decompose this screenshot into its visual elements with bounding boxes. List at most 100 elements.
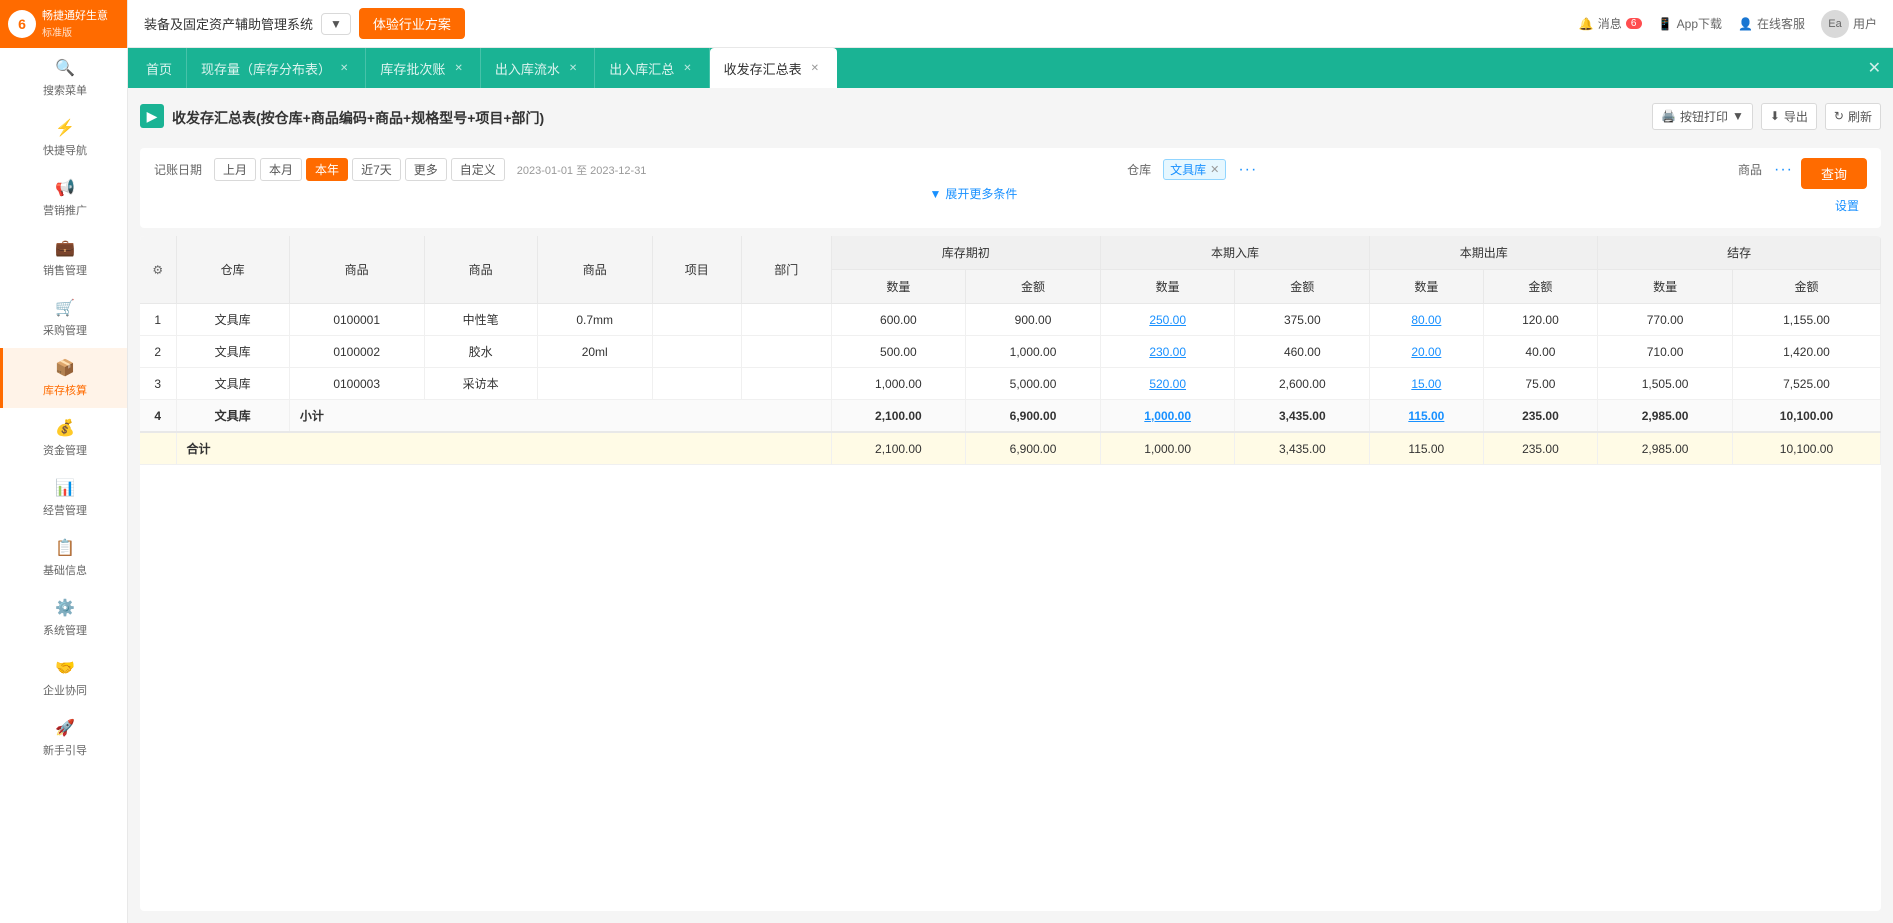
date-btn-本月[interactable]: 本月 [260, 158, 302, 181]
row-open-qty: 600.00 [831, 304, 966, 336]
sidebar-icon-8: 📋 [55, 538, 75, 558]
row-out-qty[interactable]: 20.00 [1370, 336, 1483, 368]
row-close-amt: 1,420.00 [1732, 336, 1880, 368]
sidebar-item-4[interactable]: 🛒 采购管理 [0, 288, 127, 348]
sidebar-item-1[interactable]: ⚡ 快捷导航 [0, 108, 127, 168]
tab-close-5[interactable]: ✕ [808, 62, 822, 75]
tab-2[interactable]: 库存批次账✕ [366, 48, 480, 88]
user-avatar: Ea [1821, 10, 1849, 38]
tab-label-3: 出入库流水 [495, 59, 560, 78]
sidebar-item-10[interactable]: 🤝 企业协同 [0, 648, 127, 708]
sub-close-qty: 2,985.00 [1598, 400, 1733, 433]
tab-label-5: 收发存汇总表 [724, 59, 802, 78]
online-service-item[interactable]: 👤 在线客服 [1738, 15, 1805, 32]
row-in-qty[interactable]: 250.00 [1100, 304, 1235, 336]
export-icon: ⬇ [1770, 109, 1780, 123]
warehouse-filter-dots[interactable]: ··· [1238, 161, 1257, 179]
sidebar-item-7[interactable]: 📊 经营管理 [0, 468, 127, 528]
tab-close-2[interactable]: ✕ [451, 62, 465, 75]
experience-btn[interactable]: 体验行业方案 [359, 8, 465, 39]
tab-close-4[interactable]: ✕ [680, 62, 694, 75]
date-btn-自定义[interactable]: 自定义 [451, 158, 505, 181]
sidebar-logo: 6 畅捷通好生意 标准版 [0, 0, 127, 48]
row-in-qty[interactable]: 520.00 [1100, 368, 1235, 400]
system-title: 装备及固定资产辅助管理系统 [144, 14, 313, 33]
row-no: 3 [140, 368, 176, 400]
warehouse-tag-close[interactable]: ✕ [1210, 163, 1219, 176]
bell-icon: 🔔 [1579, 17, 1594, 31]
subtotal-row: 4 文具库 小计 2,100.00 6,900.00 1,000.00 3,43… [140, 400, 1881, 433]
system-dropdown[interactable]: ▼ [321, 13, 351, 35]
query-btn[interactable]: 查询 [1801, 158, 1867, 189]
row-close-qty: 1,505.00 [1598, 368, 1733, 400]
sub-close-amt: 10,100.00 [1732, 400, 1880, 433]
messages-label: 消息 [1598, 15, 1622, 32]
row-out-amt: 120.00 [1483, 304, 1598, 336]
export-btn[interactable]: ⬇ 导出 [1761, 103, 1817, 130]
messages-item[interactable]: 🔔 消息 6 [1579, 15, 1642, 32]
total-in-amt: 3,435.00 [1235, 432, 1370, 465]
tab-close-3[interactable]: ✕ [566, 62, 580, 75]
tab-0[interactable]: 首页 [132, 48, 187, 88]
tab-label-4: 出入库汇总 [609, 59, 674, 78]
sidebar-icon-10: 🤝 [55, 658, 75, 678]
sidebar-icon-11: 🚀 [55, 718, 75, 738]
total-out-qty: 115.00 [1370, 432, 1483, 465]
filter-row-1: 记账日期 上月本月本年近7天更多自定义 2023-01-01 至 2023-12… [154, 158, 1793, 181]
app-download-label: App下载 [1677, 15, 1722, 32]
total-open-qty: 2,100.00 [831, 432, 966, 465]
refresh-label: 刷新 [1848, 108, 1872, 125]
tab-label-1: 现存量（库存分布表） [201, 59, 331, 78]
online-service-label: 在线客服 [1757, 15, 1805, 32]
row-no: 2 [140, 336, 176, 368]
th-close-qty: 数量 [1598, 270, 1733, 304]
sidebar-item-8[interactable]: 📋 基础信息 [0, 528, 127, 588]
tab-1[interactable]: 现存量（库存分布表） ✕ [187, 48, 366, 88]
date-btn-本年[interactable]: 本年 [306, 158, 348, 181]
sidebar-icon-0: 🔍 [55, 58, 75, 78]
row-in-qty[interactable]: 230.00 [1100, 336, 1235, 368]
sidebar-item-0[interactable]: 🔍 搜索菜单 [0, 48, 127, 108]
row-out-qty[interactable]: 80.00 [1370, 304, 1483, 336]
tab-3[interactable]: 出入库流水 ✕ [481, 48, 595, 88]
th-warehouse: 仓库 [176, 236, 289, 304]
tab-close-1[interactable]: ✕ [337, 62, 351, 75]
print-label: 按钮打印 [1680, 108, 1728, 125]
print-btn[interactable]: 🖨️ 按钮打印 ▼ [1652, 103, 1753, 130]
tab-label-0: 首页 [146, 59, 172, 78]
sidebar-item-5[interactable]: 📦 库存核算 [0, 348, 127, 408]
app-download-item[interactable]: 📱 App下载 [1658, 15, 1722, 32]
tab-4[interactable]: 出入库汇总 ✕ [595, 48, 709, 88]
filter-expand-row: ▼ 展开更多条件 [154, 181, 1793, 206]
app-title: 畅捷通好生意 [42, 9, 108, 23]
sidebar-item-2[interactable]: 📢 营销推广 [0, 168, 127, 228]
sidebar-item-3[interactable]: 💼 销售管理 [0, 228, 127, 288]
sub-out-amt: 235.00 [1483, 400, 1598, 433]
goods-filter-label: 商品 [1738, 161, 1762, 178]
tab-5[interactable]: 收发存汇总表 ✕ [710, 48, 837, 88]
sidebar-item-9[interactable]: ⚙️ 系统管理 [0, 588, 127, 648]
user-item[interactable]: Ea 用户 [1821, 10, 1877, 38]
date-btn-近7天[interactable]: 近7天 [352, 158, 401, 181]
sub-out-qty[interactable]: 115.00 [1370, 400, 1483, 433]
row-close-amt: 1,155.00 [1732, 304, 1880, 336]
goods-filter-dots[interactable]: ··· [1774, 161, 1793, 179]
th-open-qty: 数量 [831, 270, 966, 304]
row-dept [742, 368, 832, 400]
filter-and-query: 记账日期 上月本月本年近7天更多自定义 2023-01-01 至 2023-12… [154, 158, 1867, 218]
refresh-btn[interactable]: ↻ 刷新 [1825, 103, 1881, 130]
date-btn-上月[interactable]: 上月 [214, 158, 256, 181]
sub-in-qty[interactable]: 1,000.00 [1100, 400, 1235, 433]
top-right-actions: 🖨️ 按钮打印 ▼ ⬇ 导出 ↻ 刷新 [1652, 103, 1881, 130]
table-settings-gear[interactable]: ⚙ [152, 263, 163, 277]
print-dropdown-icon: ▼ [1732, 109, 1744, 123]
row-out-qty[interactable]: 15.00 [1370, 368, 1483, 400]
date-btn-更多[interactable]: 更多 [405, 158, 447, 181]
sidebar-item-6[interactable]: 💰 资金管理 [0, 408, 127, 468]
sidebar-item-11[interactable]: 🚀 新手引导 [0, 708, 127, 768]
collapse-btn[interactable]: ▶ [140, 104, 164, 128]
expand-filters-btn[interactable]: ▼ 展开更多条件 [930, 185, 1018, 202]
export-label: 导出 [1784, 108, 1808, 125]
settings-text-btn[interactable]: 设置 [1827, 193, 1867, 218]
tab-bar-close-btn[interactable]: ✕ [1860, 54, 1889, 82]
